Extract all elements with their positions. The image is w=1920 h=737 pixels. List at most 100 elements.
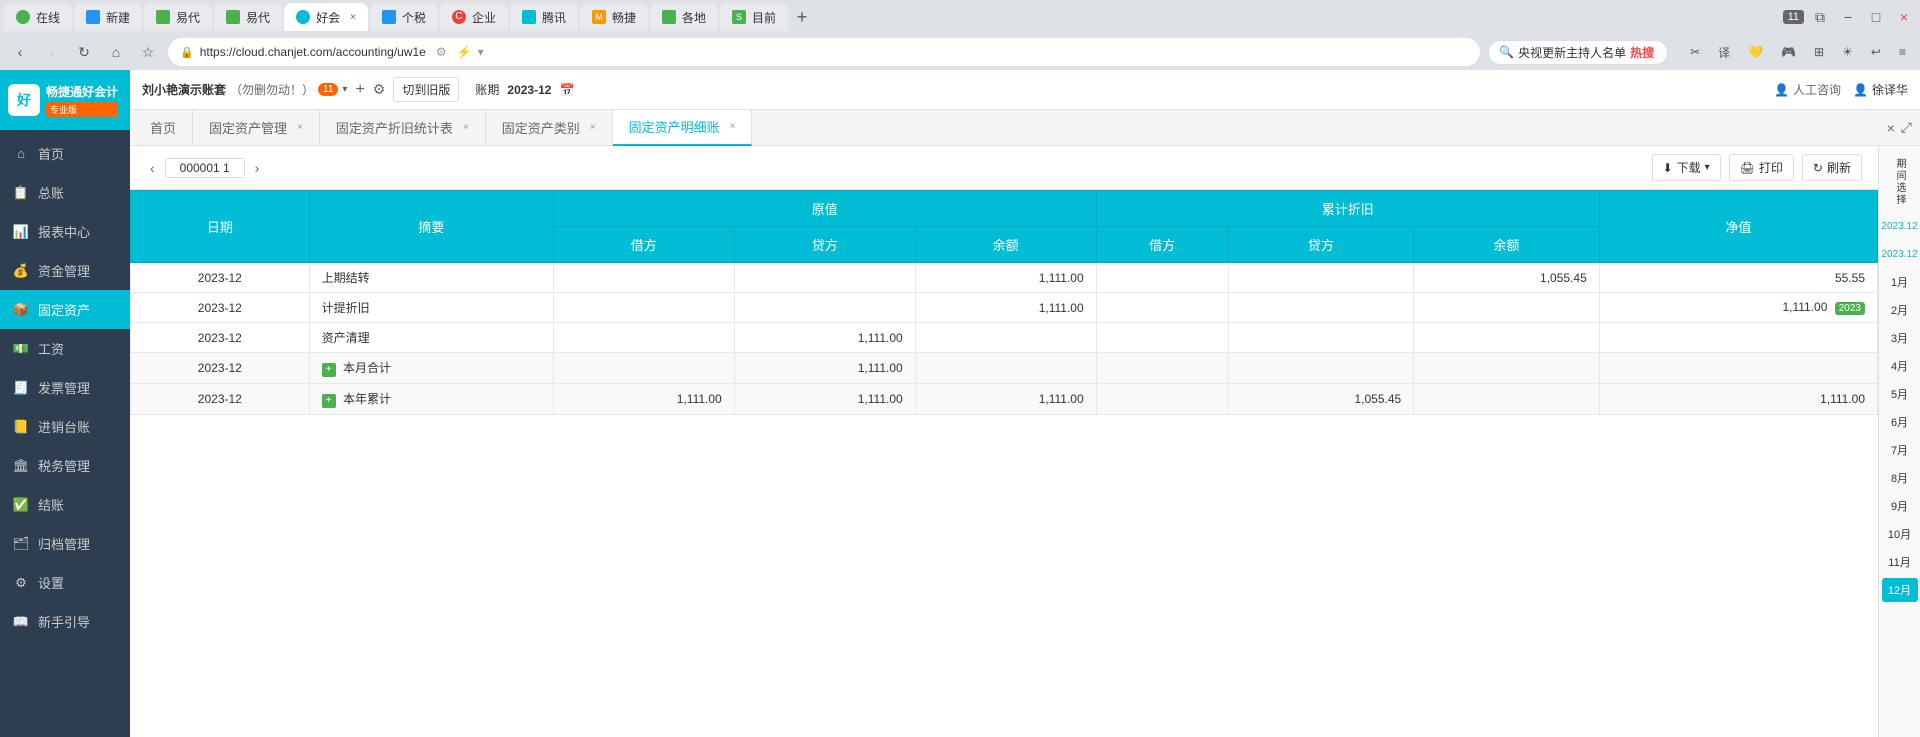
- back-button[interactable]: ‹: [8, 40, 32, 64]
- support-button[interactable]: 👤 人工咨询: [1774, 81, 1841, 98]
- close-page-button[interactable]: ×: [1887, 120, 1895, 136]
- tab-close-icon[interactable]: ×: [350, 12, 356, 23]
- period-month-3[interactable]: 3月: [1882, 326, 1918, 350]
- sidebar-item-asset[interactable]: 📦 固定资产: [0, 290, 130, 329]
- new-tab-button[interactable]: +: [790, 5, 814, 29]
- tab-close-icon[interactable]: ×: [730, 121, 736, 132]
- translate-button[interactable]: 译: [1712, 42, 1736, 63]
- period-month-6[interactable]: 6月: [1882, 410, 1918, 434]
- user-avatar-button[interactable]: 👤 徐译华: [1853, 81, 1908, 98]
- browser-tab-yidai2[interactable]: 易代: [214, 3, 282, 31]
- fund-icon: 💰: [12, 262, 30, 280]
- sidebar-item-trade[interactable]: 📒 进销台账: [0, 407, 130, 446]
- search-bar[interactable]: 🔍 央视更新主持人名单 热搜: [1488, 40, 1668, 65]
- expand-page-button[interactable]: ⤢: [1901, 119, 1912, 136]
- tab-asset-category[interactable]: 固定资产类别 ×: [486, 110, 613, 146]
- browser-tab-new[interactable]: 新建: [74, 3, 142, 31]
- content-wrapper: ‹ 000001 1 › ⬇ 下载 ▾ 🖨: [130, 146, 1920, 737]
- row-orig-balance: [915, 353, 1096, 384]
- sidebar-item-fund[interactable]: 💰 资金管理: [0, 251, 130, 290]
- tab-close-icon[interactable]: ×: [297, 122, 303, 133]
- row-accum-balance: [1414, 353, 1600, 384]
- table-container: 日期 摘要 原值 累计折旧 净值 借方 贷方 余额 借方: [130, 190, 1878, 737]
- tab-close-icon[interactable]: ×: [590, 122, 596, 133]
- download-button[interactable]: ⬇ 下载 ▾: [1652, 154, 1721, 181]
- game-button[interactable]: 🎮: [1775, 43, 1802, 61]
- period-date-1[interactable]: 2023.12: [1882, 214, 1918, 238]
- right-period-panel: 期间选择 2023.12 2023.12 1月 2月 3月 4月 5月 6月 7…: [1878, 146, 1920, 737]
- sidebar-item-salary[interactable]: 💵 工资: [0, 329, 130, 368]
- sidebar-item-settings[interactable]: ⚙ 设置: [0, 563, 130, 602]
- highlight-badge: 2023: [1835, 302, 1865, 315]
- row-orig-credit: 1,111.00: [734, 353, 915, 384]
- browser-tab-geshui[interactable]: 个税: [370, 3, 438, 31]
- wallet-button[interactable]: 💛: [1742, 43, 1769, 61]
- sidebar-item-guide[interactable]: 📖 新手引导: [0, 602, 130, 641]
- page-number-box[interactable]: 000001 1: [165, 158, 245, 178]
- period-month-2[interactable]: 2月: [1882, 298, 1918, 322]
- sidebar-item-tax[interactable]: 🏛 税务管理: [0, 446, 130, 485]
- period-month-1[interactable]: 1月: [1882, 270, 1918, 294]
- next-page-button[interactable]: ›: [251, 158, 264, 178]
- grid-button[interactable]: ⊞: [1808, 43, 1830, 61]
- settings-button[interactable]: ⚙: [373, 81, 386, 98]
- sidebar-item-label: 设置: [38, 573, 64, 592]
- tab-label: 目前: [752, 9, 776, 26]
- sidebar-item-home[interactable]: ⌂ 首页: [0, 134, 130, 173]
- switch-to-old-button[interactable]: 切到旧版: [393, 77, 459, 102]
- scissors-button[interactable]: ✂: [1684, 43, 1706, 61]
- period-month-5[interactable]: 5月: [1882, 382, 1918, 406]
- sidebar-item-archive[interactable]: 🗂 归档管理: [0, 524, 130, 563]
- close-window-icon[interactable]: ×: [1892, 5, 1916, 29]
- close-accounts-icon: ✅: [12, 496, 30, 514]
- prev-page-button[interactable]: ‹: [146, 158, 159, 178]
- sidebar-item-invoice[interactable]: 🧾 发票管理: [0, 368, 130, 407]
- period-month-12[interactable]: 12月: [1882, 578, 1918, 602]
- print-button[interactable]: 🖨 打印: [1729, 154, 1794, 181]
- add-account-button[interactable]: +: [355, 81, 364, 99]
- tab-bar: 在线 新建 易代 易代 好会 × 个税 C 企业 腾讯: [0, 0, 1920, 34]
- page-tab-nav: 首页 固定资产管理 × 固定资产折旧统计表 × 固定资产类别 × 固定资产明细账…: [130, 110, 1920, 146]
- undo-button[interactable]: ↩: [1865, 43, 1887, 61]
- tab-asset-management[interactable]: 固定资产管理 ×: [193, 110, 320, 146]
- browser-tab-haohui[interactable]: 好会 ×: [284, 3, 368, 31]
- period-month-11[interactable]: 11月: [1882, 550, 1918, 574]
- sidebar-item-report[interactable]: 📊 报表中心: [0, 212, 130, 251]
- browser-tab-changjie[interactable]: M 畅捷: [580, 3, 648, 31]
- period-month-4[interactable]: 4月: [1882, 354, 1918, 378]
- sidebar-item-label: 结账: [38, 495, 64, 514]
- brightness-button[interactable]: ☀: [1836, 43, 1859, 61]
- browser-tab-online[interactable]: 在线: [4, 3, 72, 31]
- minimize-window-icon[interactable]: −: [1836, 5, 1860, 29]
- period-month-7[interactable]: 7月: [1882, 438, 1918, 462]
- url-bar[interactable]: 🔒 https://cloud.chanjet.com/accounting/u…: [168, 38, 1480, 66]
- refresh-button[interactable]: ↻ 刷新: [1802, 154, 1862, 181]
- content-toolbar: ‹ 000001 1 › ⬇ 下载 ▾ 🖨: [130, 146, 1878, 190]
- tab-depreciation-table[interactable]: 固定资产折旧统计表 ×: [320, 110, 486, 146]
- period-month-8[interactable]: 8月: [1882, 466, 1918, 490]
- browser-tab-yidai1[interactable]: 易代: [144, 3, 212, 31]
- tab-close-icon[interactable]: ×: [463, 122, 469, 133]
- period-month-9[interactable]: 9月: [1882, 494, 1918, 518]
- sidebar-item-ledger[interactable]: 📋 总账: [0, 173, 130, 212]
- restore-window-icon[interactable]: ⧉: [1808, 5, 1832, 29]
- sidebar-item-close-accounts[interactable]: ✅ 结账: [0, 485, 130, 524]
- tab-asset-detail[interactable]: 固定资产明细账 ×: [613, 110, 753, 146]
- row-orig-balance: 1,111.00: [915, 384, 1096, 415]
- forward-button[interactable]: ›: [40, 40, 64, 64]
- browser-tab-qiye[interactable]: C 企业: [440, 3, 508, 31]
- tab-home[interactable]: 首页: [130, 110, 193, 146]
- bookmark-button[interactable]: ☆: [136, 40, 160, 64]
- home-button[interactable]: ⌂: [104, 40, 128, 64]
- browser-tab-gedi[interactable]: 各地: [650, 3, 718, 31]
- menu-button[interactable]: ≡: [1893, 43, 1912, 61]
- maximize-window-icon[interactable]: □: [1864, 5, 1888, 29]
- row-orig-balance: [915, 323, 1096, 353]
- browser-tab-muqian[interactable]: S 目前: [720, 3, 788, 31]
- browser-tab-tengxun[interactable]: 腾讯: [510, 3, 578, 31]
- period-month-10[interactable]: 10月: [1882, 522, 1918, 546]
- company-selector[interactable]: 刘小艳演示账套 （勿删勿动！） 11 ▾: [142, 81, 347, 98]
- reload-button[interactable]: ↻: [72, 40, 96, 64]
- calendar-icon[interactable]: 📅: [559, 83, 574, 97]
- period-date-2[interactable]: 2023.12: [1882, 242, 1918, 266]
